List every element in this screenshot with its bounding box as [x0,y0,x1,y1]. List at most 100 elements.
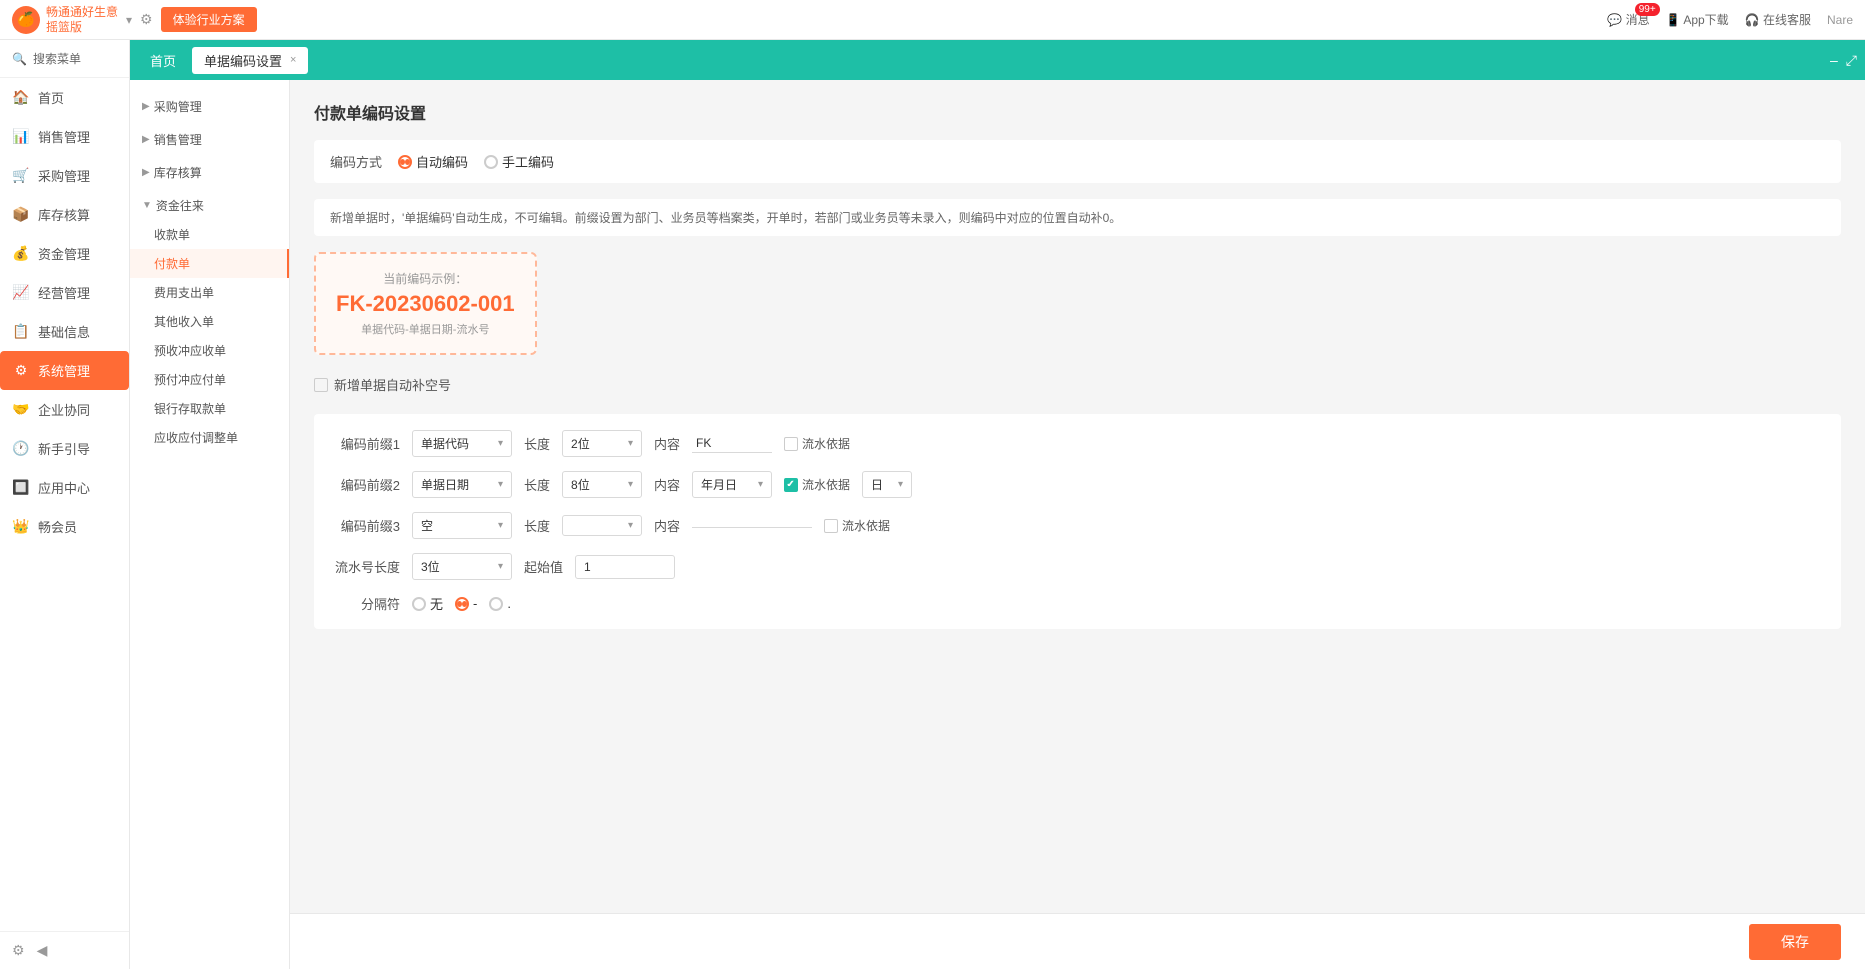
home-icon: 🏠 [12,89,30,106]
sub-group-sales-title[interactable]: ▶ 销售管理 [130,125,289,154]
serial2-unit-arrow-icon: ▾ [898,479,903,490]
prefix2-row: 编码前缀2 单据日期 ▾ 长度 8位 ▾ 内容 [330,471,1825,498]
arrow-right-icon: ▶ [142,101,150,112]
length3-label: 长度 [524,516,550,535]
content2-arrow-icon: ▾ [758,479,763,490]
sub-group-purchase: ▶ 采购管理 [130,92,289,121]
trial-button[interactable]: 体验行业方案 [161,7,257,32]
prefix3-label: 编码前缀3 [330,516,400,535]
preview-desc: 单据代码-单据日期-流水号 [336,321,515,337]
sub-item-payment[interactable]: 付款单 [130,249,289,278]
info-text: 新增单据时，'单据编码'自动生成，不可编辑。前缀设置为部门、业务员等档案类，开单… [314,199,1841,236]
save-button[interactable]: 保存 [1749,924,1841,960]
prefix3-row: 编码前缀3 空 ▾ 长度 ▾ 内容 [330,512,1825,539]
sidebar-item-finance[interactable]: 💰 资金管理 [0,234,129,273]
length3-select[interactable]: ▾ [562,515,642,536]
sidebar-item-operations[interactable]: 📈 经营管理 [0,273,129,312]
user-info[interactable]: Nare [1827,13,1853,27]
auto-fill-checkbox[interactable] [314,378,328,392]
sub-item-expense[interactable]: 费用支出单 [130,278,289,307]
length1-select[interactable]: 2位 ▾ [562,430,642,457]
logo: 🍊 畅通通好生意 摇篮版 [12,5,118,34]
prefix1-row: 编码前缀1 单据代码 ▾ 长度 2位 ▾ 内容 [330,430,1825,457]
prefix1-select[interactable]: 单据代码 ▾ [412,430,512,457]
length1-label: 长度 [524,434,550,453]
sidebar-item-enterprise[interactable]: 🤝 企业协同 [0,390,129,429]
app-download-area[interactable]: 📱 App下载 [1666,11,1729,28]
auto-code-radio[interactable]: 自动编码 [398,152,468,171]
settings-icon[interactable]: ⚙ [140,11,153,28]
message-badge: 99+ [1635,3,1660,16]
sep-dot-dot [489,597,503,611]
prefix2-arrow-icon: ▾ [498,479,503,490]
content2-select[interactable]: 年月日 ▾ [692,471,772,498]
encode-radio-group: 自动编码 手工编码 [398,152,554,171]
content-area: 首页 单据编码设置 × – ⤢ ▶ 采购管理 [130,40,1865,969]
separator-row: 分隔符 无 - [330,594,1825,613]
sub-group-purchase-title[interactable]: ▶ 采购管理 [130,92,289,121]
sub-item-prepay-recv[interactable]: 预收冲应收单 [130,336,289,365]
nav-bottom: ⚙ ◀ [0,931,129,969]
sidebar-item-sales[interactable]: 📊 销售管理 [0,117,129,156]
tab-close-icon[interactable]: × [290,54,296,66]
tab-encode-settings[interactable]: 单据编码设置 × [192,47,308,74]
sep-dash-radio[interactable]: - [455,596,477,611]
enterprise-icon: 🤝 [12,401,30,418]
manual-code-radio[interactable]: 手工编码 [484,152,554,171]
sep-dash-dot [455,597,469,611]
serial-len-arrow-icon: ▾ [498,561,503,572]
serial-len-select[interactable]: 3位 ▾ [412,553,512,580]
sidebar-item-members[interactable]: 👑 畅会员 [0,507,129,546]
sub-group-inventory: ▶ 库存核算 [130,158,289,187]
length2-select[interactable]: 8位 ▾ [562,471,642,498]
collapse-icon[interactable]: ◀ [37,942,48,959]
sales-icon: 📊 [12,128,30,145]
sub-item-adjust[interactable]: 应收应付调整单 [130,423,289,452]
encode-method-label: 编码方式 [330,152,382,171]
auto-fill-row: 新增单据自动补空号 [314,375,1841,394]
sep-label: 分隔符 [330,594,400,613]
prefix3-select[interactable]: 空 ▾ [412,512,512,539]
serial3-checkbox[interactable]: 流水依据 [824,517,890,534]
prefix1-label: 编码前缀1 [330,434,400,453]
minimize-icon[interactable]: – [1830,52,1838,68]
serial3-cb[interactable] [824,519,838,533]
preview-code: FK-20230602-001 [336,291,515,317]
serial2-cb[interactable]: ✓ [784,478,798,492]
search-menu[interactable]: 🔍 搜索菜单 [0,40,129,78]
sub-group-inventory-title[interactable]: ▶ 库存核算 [130,158,289,187]
content2-label: 内容 [654,475,680,494]
serial1-checkbox[interactable]: 流水依据 [784,435,850,452]
finance-icon: 💰 [12,245,30,262]
sub-item-bank[interactable]: 银行存取款单 [130,394,289,423]
serial1-cb[interactable] [784,437,798,451]
prefix2-select[interactable]: 单据日期 ▾ [412,471,512,498]
online-service-area[interactable]: 🎧 在线客服 [1745,11,1811,28]
sidebar-item-apps[interactable]: 🔲 应用中心 [0,468,129,507]
sep-dot-radio[interactable]: . [489,596,511,611]
sidebar-item-purchase[interactable]: 🛒 采购管理 [0,156,129,195]
sub-item-other-income[interactable]: 其他收入单 [130,307,289,336]
logo-text: 畅通通好生意 摇篮版 [46,5,118,34]
sep-none-radio[interactable]: 无 [412,594,443,613]
start-val-input[interactable] [575,555,675,579]
settings-bottom-icon[interactable]: ⚙ [12,942,25,959]
sub-item-receipt[interactable]: 收款单 [130,220,289,249]
serial2-unit-select[interactable]: 日 ▾ [862,471,912,498]
expand-icon[interactable]: ⤢ [1846,52,1857,69]
left-nav: 🔍 搜索菜单 🏠 首页 📊 销售管理 🛒 采购管理 📦 库存核算 💰 [0,40,130,969]
dropdown-arrow-icon[interactable]: ▾ [126,13,132,27]
sidebar-item-home[interactable]: 🏠 首页 [0,78,129,117]
sidebar-item-inventory[interactable]: 📦 库存核算 [0,195,129,234]
sidebar-item-system[interactable]: ⚙ 系统管理 [0,351,129,390]
sidebar-item-guide[interactable]: 🕐 新手引导 [0,429,129,468]
length2-arrow-icon: ▾ [628,479,633,490]
tab-home[interactable]: 首页 [138,47,188,74]
sub-item-prepay-pay[interactable]: 预付冲应付单 [130,365,289,394]
message-area[interactable]: 💬 消息 99+ [1607,11,1649,28]
content3-value [692,523,812,528]
sidebar-item-basic-info[interactable]: 📋 基础信息 [0,312,129,351]
serial2-checkbox[interactable]: ✓ 流水依据 [784,476,850,493]
sub-group-funds-title[interactable]: ▼ 资金往来 [130,191,289,220]
sep-none-dot [412,597,426,611]
